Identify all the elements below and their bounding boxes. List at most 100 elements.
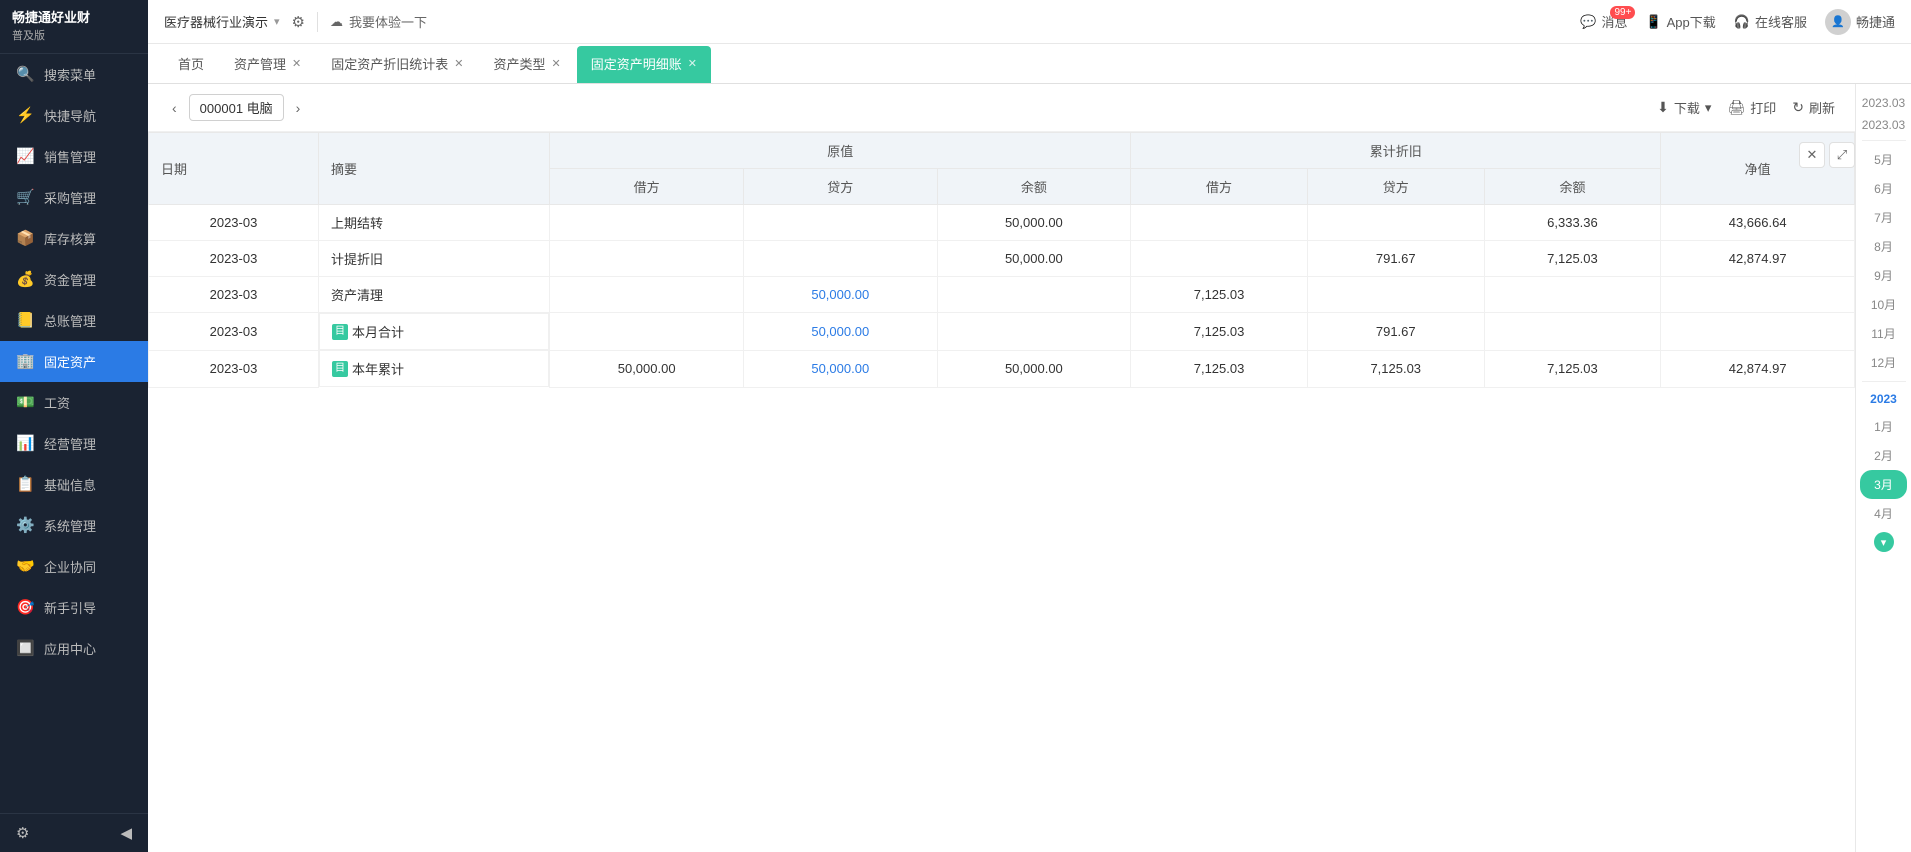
- sidebar-item-fixed-assets[interactable]: 🏢 固定资产: [0, 341, 148, 382]
- sidebar-item-quick-nav[interactable]: ⚡ 快捷导航: [0, 95, 148, 136]
- table-cell: [1131, 205, 1308, 241]
- tab-home[interactable]: 首页: [164, 46, 218, 83]
- tab-asset-ledger[interactable]: 固定资产明细账 ✕: [577, 46, 711, 83]
- tab-close-icon[interactable]: ✕: [552, 57, 561, 70]
- expand-panel-button[interactable]: ⤢: [1829, 142, 1855, 168]
- print-button[interactable]: 🖨 打印: [1727, 98, 1776, 117]
- sidebar-item-system[interactable]: ⚙️ 系统管理: [0, 505, 148, 546]
- topbar-right: 💬 消息 99+ 📱 App下载 🎧 在线客服 👤 畅捷通: [1580, 9, 1895, 35]
- sidebar-item-guide[interactable]: 🎯 新手引导: [0, 587, 148, 628]
- table-cell: 50,000.00: [743, 350, 937, 387]
- tl-top-label1: 2023.03: [1862, 92, 1905, 114]
- settings-bottom-icon[interactable]: ⚙: [16, 824, 29, 842]
- collapse-icon[interactable]: ◀: [120, 824, 132, 842]
- table-cell: 50,000.00: [937, 350, 1131, 387]
- table-row: 2023-03上期结转50,000.006,333.3643,666.64: [149, 205, 1855, 241]
- col-orig-balance: 余额: [937, 169, 1131, 205]
- table-cell: [743, 205, 937, 241]
- company-name: 医疗器械行业演示: [164, 12, 268, 31]
- download-button[interactable]: ⬇ 下载 ▾: [1657, 98, 1711, 117]
- message-button[interactable]: 💬 消息 99+: [1580, 12, 1627, 31]
- col-original-value: 原值: [550, 133, 1131, 169]
- print-label: 打印: [1750, 98, 1776, 117]
- sidebar-item-label: 搜索菜单: [44, 65, 96, 84]
- tl-divider: [1862, 140, 1906, 141]
- table-cell: 7,125.03: [1484, 241, 1661, 277]
- download-app-button[interactable]: 📱 App下载: [1645, 12, 1715, 31]
- tab-close-icon[interactable]: ✕: [688, 57, 697, 70]
- sidebar-item-search[interactable]: 🔍 搜索菜单: [0, 54, 148, 95]
- table-cell: 50,000.00: [550, 350, 744, 387]
- experience-button[interactable]: ☁ 我要体验一下: [330, 12, 427, 31]
- tab-close-icon[interactable]: ✕: [454, 57, 463, 70]
- sidebar-item-label: 销售管理: [44, 147, 96, 166]
- download-label: 下载: [1674, 98, 1700, 117]
- sidebar-item-collab[interactable]: 🤝 企业协同: [0, 546, 148, 587]
- sidebar-item-sales[interactable]: 📈 销售管理: [0, 136, 148, 177]
- sidebar-item-app-center[interactable]: 🔲 应用中心: [0, 628, 148, 669]
- tl-month-9[interactable]: 9月: [1856, 261, 1911, 290]
- lightning-icon: ⚡: [16, 106, 34, 124]
- money-icon: 💰: [16, 270, 34, 288]
- tab-label: 资产类型: [493, 54, 545, 73]
- sidebar-item-payroll[interactable]: 💵 工资: [0, 382, 148, 423]
- tab-asset-type[interactable]: 资产类型 ✕: [479, 46, 574, 83]
- sidebar-item-capital[interactable]: 💰 资金管理: [0, 259, 148, 300]
- tl-month-1[interactable]: 1月: [1856, 412, 1911, 441]
- sidebar-item-ledger[interactable]: 📒 总账管理: [0, 300, 148, 341]
- table-cell: [550, 313, 744, 351]
- table-cell: [550, 205, 744, 241]
- building-icon: 🏢: [16, 352, 34, 370]
- tab-depreciation-stats[interactable]: 固定资产折旧统计表 ✕: [317, 46, 477, 83]
- sidebar-item-label: 经营管理: [44, 434, 96, 453]
- table-cell: 2023-03: [149, 205, 319, 241]
- close-panel-button[interactable]: ✕: [1799, 142, 1825, 168]
- tab-close-icon[interactable]: ✕: [292, 57, 301, 70]
- asset-code-tag: 000001 电脑: [189, 94, 284, 121]
- company-selector[interactable]: 医疗器械行业演示 ▾: [164, 12, 280, 31]
- download-icon: 📱: [1645, 14, 1661, 30]
- sidebar-item-label: 固定资产: [44, 352, 96, 371]
- sidebar-item-label: 基础信息: [44, 475, 96, 494]
- table-cell: 50,000.00: [743, 277, 937, 313]
- sidebar-item-inventory[interactable]: 📦 库存核算: [0, 218, 148, 259]
- tl-month-6[interactable]: 6月: [1856, 174, 1911, 203]
- table-cell: [937, 313, 1131, 351]
- next-asset-button[interactable]: ›: [292, 98, 305, 118]
- tab-label: 固定资产明细账: [591, 54, 682, 73]
- tl-month-10[interactable]: 10月: [1856, 290, 1911, 319]
- table-cell: 2023-03: [149, 350, 319, 387]
- tl-month-4[interactable]: 4月: [1856, 499, 1911, 528]
- tl-month-12[interactable]: 12月: [1856, 348, 1911, 377]
- table-cell: 6,333.36: [1484, 205, 1661, 241]
- sidebar-item-basic-info[interactable]: 📋 基础信息: [0, 464, 148, 505]
- refresh-button[interactable]: ↻ 刷新: [1792, 98, 1835, 117]
- sidebar-item-purchase[interactable]: 🛒 采购管理: [0, 177, 148, 218]
- tl-month-2[interactable]: 2月: [1856, 441, 1911, 470]
- tab-asset-mgmt[interactable]: 资产管理 ✕: [220, 46, 315, 83]
- sidebar-item-label: 应用中心: [44, 639, 96, 658]
- table-cell-summary: 资产清理: [318, 277, 549, 313]
- table-cell-summary: 目 本月合计: [319, 313, 549, 350]
- app-name: 畅捷通好业财: [12, 10, 90, 27]
- tl-month-11[interactable]: 11月: [1856, 319, 1911, 348]
- tl-month-3-active[interactable]: 3月: [1860, 470, 1907, 499]
- sidebar-header: 畅捷通好业财 普及版: [0, 0, 148, 54]
- table-cell: [937, 277, 1131, 313]
- tl-scroll-down-button[interactable]: ▾: [1874, 532, 1894, 552]
- tl-month-5[interactable]: 5月: [1856, 145, 1911, 174]
- table-cell: 2023-03: [149, 241, 319, 277]
- tl-month-8[interactable]: 8月: [1856, 232, 1911, 261]
- table-cell: 2023-03: [149, 313, 319, 351]
- payroll-icon: 💵: [16, 393, 34, 411]
- service-button[interactable]: 🎧 在线客服: [1734, 12, 1807, 31]
- content-wrapper: ✕ ⤢ ‹ 000001 电脑 › ⬇ 下载 ▾ �: [148, 84, 1911, 852]
- sidebar: 畅捷通好业财 普及版 🔍 搜索菜单 ⚡ 快捷导航 📈 销售管理 🛒 采购管理 📦…: [0, 0, 148, 852]
- settings-icon[interactable]: ⚙: [292, 13, 305, 31]
- tl-month-7[interactable]: 7月: [1856, 203, 1911, 232]
- user-menu[interactable]: 👤 畅捷通: [1825, 9, 1895, 35]
- prev-asset-button[interactable]: ‹: [168, 98, 181, 118]
- sidebar-item-operations[interactable]: 📊 经营管理: [0, 423, 148, 464]
- system-icon: ⚙️: [16, 516, 34, 534]
- panel-controls: ✕ ⤢: [1799, 142, 1855, 168]
